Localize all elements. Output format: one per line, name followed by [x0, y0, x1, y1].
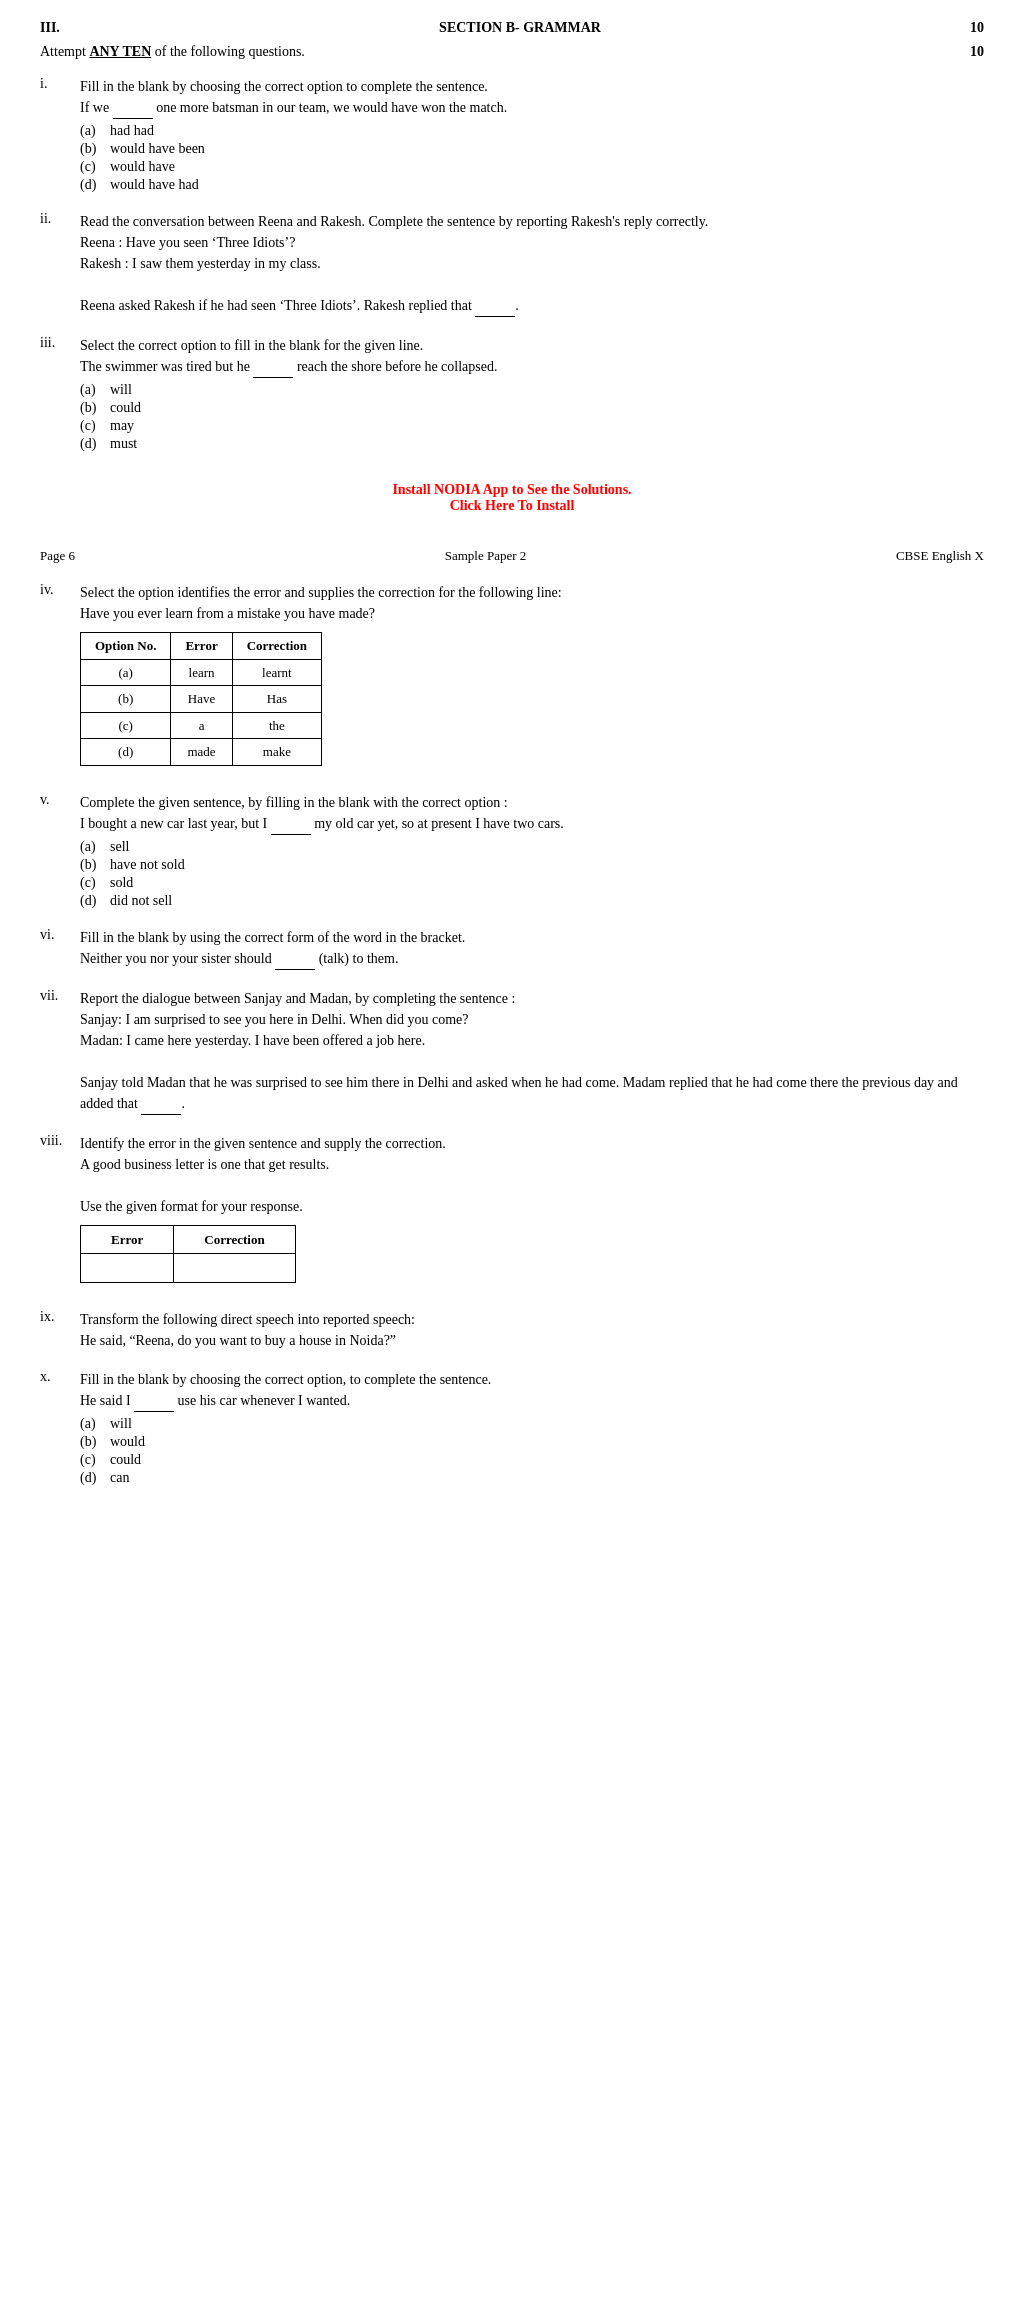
blank-vi	[275, 948, 315, 970]
q-text-iii: Select the correct option to fill in the…	[80, 335, 984, 378]
error-table-viii: Error Correction	[80, 1225, 296, 1283]
table-row: (d) made make	[81, 739, 322, 766]
section-header: III. SECTION B- GRAMMAR 10	[40, 20, 984, 36]
options-i: (a) had had (b) would have been (c) woul…	[80, 123, 984, 193]
th-option-no: Option No.	[81, 633, 171, 660]
option-iii-b: (b) could	[80, 400, 984, 416]
option-iii-a: (a) will	[80, 382, 984, 398]
q-num-i: i.	[40, 76, 68, 119]
question-x: x. Fill in the blank by choosing the cor…	[40, 1369, 984, 1486]
q-num-iv: iv.	[40, 582, 68, 774]
blank-iii	[253, 356, 293, 378]
option-x-d: (d) can	[80, 1470, 984, 1486]
option-i-b: (b) would have been	[80, 141, 984, 157]
th-correction-viii: Correction	[174, 1225, 295, 1254]
question-ii: ii. Read the conversation between Reena …	[40, 211, 984, 317]
q-text-v: Complete the given sentence, by filling …	[80, 792, 984, 835]
option-v-d: (d) did not sell	[80, 893, 984, 909]
footer-right: CBSE English X	[896, 548, 984, 564]
question-ix: ix. Transform the following direct speec…	[40, 1309, 984, 1351]
attempt-underline: ANY TEN	[89, 44, 151, 59]
install-box[interactable]: Install NODIA App to See the Solutions. …	[40, 482, 984, 514]
q-text-iv: Select the option identifies the error a…	[80, 582, 984, 774]
options-v: (a) sell (b) have not sold (c) sold (d) …	[80, 839, 984, 909]
q-text-i: Fill in the blank by choosing the correc…	[80, 76, 984, 119]
attempt-line: Attempt ANY TEN of the following questio…	[40, 44, 984, 60]
table-row	[81, 1254, 296, 1283]
section-title: SECTION B- GRAMMAR	[70, 20, 970, 36]
q-num-vii: vii.	[40, 988, 68, 1115]
q-num-x: x.	[40, 1369, 68, 1412]
section-num: III.	[40, 20, 70, 36]
q-num-ix: ix.	[40, 1309, 68, 1351]
q-text-vii: Report the dialogue between Sanjay and M…	[80, 988, 984, 1115]
question-i: i. Fill in the blank by choosing the cor…	[40, 76, 984, 193]
q-text-viii: Identify the error in the given sentence…	[80, 1133, 984, 1291]
option-i-c: (c) would have	[80, 159, 984, 175]
question-iii: iii. Select the correct option to fill i…	[40, 335, 984, 452]
option-i-a: (a) had had	[80, 123, 984, 139]
option-x-a: (a) will	[80, 1416, 984, 1432]
question-viii: viii. Identify the error in the given se…	[40, 1133, 984, 1291]
question-iv: iv. Select the option identifies the err…	[40, 582, 984, 774]
q-text-vi: Fill in the blank by using the correct f…	[80, 927, 984, 970]
q-text-x: Fill in the blank by choosing the correc…	[80, 1369, 984, 1412]
attempt-text: Attempt ANY TEN of the following questio…	[40, 44, 305, 60]
q-num-viii: viii.	[40, 1133, 68, 1291]
install-line2[interactable]: Click Here To Install	[40, 498, 984, 514]
section-marks: 10	[970, 20, 984, 36]
q-num-iii: iii.	[40, 335, 68, 378]
grammar-table-iv: Option No. Error Correction (a) learn le…	[80, 632, 322, 766]
blank-v	[271, 813, 311, 835]
table-row: (c) a the	[81, 712, 322, 739]
blank-x	[134, 1390, 174, 1412]
question-vii: vii. Report the dialogue between Sanjay …	[40, 988, 984, 1115]
option-iii-d: (d) must	[80, 436, 984, 452]
footer-center: Sample Paper 2	[445, 548, 527, 564]
question-vi: vi. Fill in the blank by using the corre…	[40, 927, 984, 970]
install-line1[interactable]: Install NODIA App to See the Solutions.	[40, 482, 984, 498]
option-x-b: (b) would	[80, 1434, 984, 1450]
q-text-ix: Transform the following direct speech in…	[80, 1309, 984, 1351]
option-x-c: (c) could	[80, 1452, 984, 1468]
page-footer: Page 6 Sample Paper 2 CBSE English X	[40, 544, 984, 564]
th-correction: Correction	[232, 633, 321, 660]
attempt-marks: 10	[970, 44, 984, 60]
th-error: Error	[171, 633, 232, 660]
q-text-ii: Read the conversation between Reena and …	[80, 211, 984, 317]
option-i-d: (d) would have had	[80, 177, 984, 193]
table-row: (a) learn learnt	[81, 659, 322, 686]
q-num-vi: vi.	[40, 927, 68, 970]
question-v: v. Complete the given sentence, by filli…	[40, 792, 984, 909]
th-error-viii: Error	[81, 1225, 174, 1254]
q-num-v: v.	[40, 792, 68, 835]
option-iii-c: (c) may	[80, 418, 984, 434]
option-v-c: (c) sold	[80, 875, 984, 891]
options-x: (a) will (b) would (c) could (d) can	[80, 1416, 984, 1486]
footer-left: Page 6	[40, 548, 75, 564]
blank-vii	[141, 1093, 181, 1115]
option-v-b: (b) have not sold	[80, 857, 984, 873]
blank-ii	[475, 295, 515, 317]
table-row: (b) Have Has	[81, 686, 322, 713]
q-num-ii: ii.	[40, 211, 68, 317]
options-iii: (a) will (b) could (c) may (d) must	[80, 382, 984, 452]
blank-i	[113, 97, 153, 119]
option-v-a: (a) sell	[80, 839, 984, 855]
